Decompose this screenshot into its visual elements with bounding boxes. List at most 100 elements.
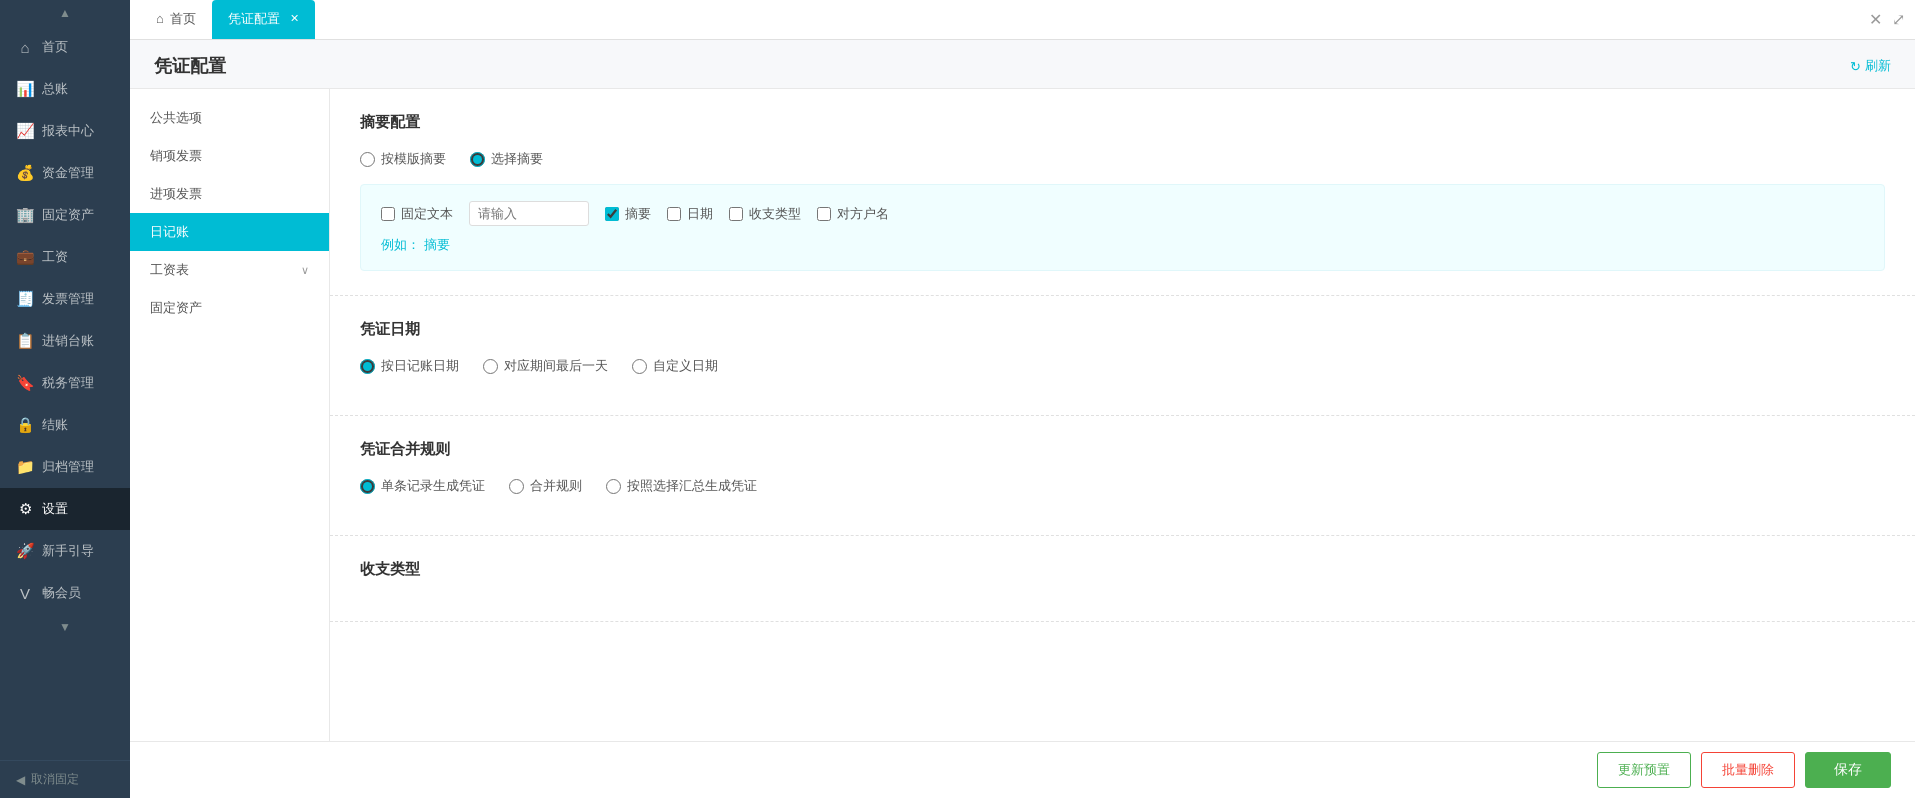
tab-close-icon[interactable]: ✕ <box>290 12 299 25</box>
voucher-date-section: 凭证日期 按日记账日期 对应期间最后一天 自定义日期 <box>330 296 1915 416</box>
merge-rules-group: 单条记录生成凭证 合并规则 按照选择汇总生成凭证 <box>360 477 1885 495</box>
period-last-day-radio[interactable] <box>483 359 498 374</box>
sidebar-item-guide[interactable]: 🚀 新手引导 <box>0 530 130 572</box>
left-nav-payroll[interactable]: 工资表 ∨ <box>130 251 329 289</box>
select-summary-option[interactable]: 选择摘要 <box>470 150 543 168</box>
purchase-sales-icon: 📋 <box>16 332 34 350</box>
summary-generate-option[interactable]: 按照选择汇总生成凭证 <box>606 477 757 495</box>
left-nav: 公共选项 销项发票 进项发票 日记账 工资表 ∨ 固定资产 <box>130 89 330 798</box>
fixed-text-option[interactable]: 固定文本 <box>381 205 453 223</box>
fixed-text-input[interactable] <box>469 201 589 226</box>
page-content: 凭证配置 ↻ 刷新 公共选项 销项发票 进项发票 日记账 <box>130 40 1915 798</box>
batch-delete-button[interactable]: 批量删除 <box>1701 752 1795 788</box>
refresh-icon: ↻ <box>1850 59 1861 74</box>
left-nav-purchase-invoice[interactable]: 进项发票 <box>130 175 329 213</box>
summary-option[interactable]: 摘要 <box>605 205 651 223</box>
summary-title: 摘要配置 <box>360 113 1885 132</box>
assets-icon: 🏢 <box>16 206 34 224</box>
left-nav-fixed-assets[interactable]: 固定资产 <box>130 289 329 327</box>
example-text: 例如： 摘要 <box>381 236 1864 254</box>
income-expense-type-option[interactable]: 收支类型 <box>729 205 801 223</box>
custom-date-option[interactable]: 自定义日期 <box>632 357 718 375</box>
sidebar-item-invoice-mgmt[interactable]: 🧾 发票管理 <box>0 278 130 320</box>
main-area: ⌂ 首页 凭证配置 ✕ ✕ ⤢ 凭证配置 ↻ 刷新 公共选项 <box>130 0 1915 798</box>
summary-section: 摘要配置 按模版摘要 选择摘要 <box>330 89 1915 296</box>
sidebar-scroll-up[interactable]: ▲ <box>0 0 130 26</box>
custom-date-radio[interactable] <box>632 359 647 374</box>
salary-icon: 💼 <box>16 248 34 266</box>
page-title: 凭证配置 <box>154 54 226 78</box>
date-checkbox[interactable] <box>667 207 681 221</box>
summary-generate-radio[interactable] <box>606 479 621 494</box>
date-option[interactable]: 日期 <box>667 205 713 223</box>
vip-icon: V <box>16 585 34 602</box>
summary-checkbox[interactable] <box>605 207 619 221</box>
voucher-date-group: 按日记账日期 对应期间最后一天 自定义日期 <box>360 357 1885 375</box>
summary-options-row: 固定文本 摘要 日期 <box>381 201 1864 226</box>
merge-rules-section: 凭证合并规则 单条记录生成凭证 合并规则 按照选择汇总生成凭证 <box>330 416 1915 536</box>
reports-icon: 📈 <box>16 122 34 140</box>
merge-rule-radio[interactable] <box>509 479 524 494</box>
settings-icon: ⚙ <box>16 500 34 518</box>
select-summary-radio[interactable] <box>470 152 485 167</box>
fixed-text-checkbox[interactable] <box>381 207 395 221</box>
ledger-icon: 📊 <box>16 80 34 98</box>
sidebar-item-archive[interactable]: 📁 归档管理 <box>0 446 130 488</box>
counterpart-name-option[interactable]: 对方户名 <box>817 205 889 223</box>
journal-date-radio[interactable] <box>360 359 375 374</box>
right-content: 摘要配置 按模版摘要 选择摘要 <box>330 89 1915 798</box>
sidebar-item-vip[interactable]: V 畅会员 <box>0 572 130 614</box>
archive-icon: 📁 <box>16 458 34 476</box>
tab-voucher-config[interactable]: 凭证配置 ✕ <box>212 0 315 39</box>
sidebar-item-purchase-sales[interactable]: 📋 进销台账 <box>0 320 130 362</box>
page-header: 凭证配置 ↻ 刷新 <box>130 40 1915 89</box>
sidebar-item-settings[interactable]: ⚙ 设置 <box>0 488 130 530</box>
left-nav-journal[interactable]: 日记账 <box>130 213 329 251</box>
sidebar-item-tax[interactable]: 🔖 税务管理 <box>0 362 130 404</box>
single-record-radio[interactable] <box>360 479 375 494</box>
income-expense-type-checkbox[interactable] <box>729 207 743 221</box>
guide-icon: 🚀 <box>16 542 34 560</box>
content-body: 公共选项 销项发票 进项发票 日记账 工资表 ∨ 固定资产 <box>130 89 1915 798</box>
period-last-day-option[interactable]: 对应期间最后一天 <box>483 357 608 375</box>
update-preview-button[interactable]: 更新预置 <box>1597 752 1691 788</box>
journal-date-option[interactable]: 按日记账日期 <box>360 357 459 375</box>
window-close-icon[interactable]: ✕ <box>1869 10 1882 29</box>
template-summary-radio[interactable] <box>360 152 375 167</box>
chevron-down-icon: ∨ <box>301 264 309 277</box>
bottom-bar: 更新预置 批量删除 保存 <box>130 741 1915 798</box>
home-tab-icon: ⌂ <box>156 11 164 26</box>
save-button[interactable]: 保存 <box>1805 752 1891 788</box>
sidebar-item-ledger[interactable]: 📊 总账 <box>0 68 130 110</box>
single-record-option[interactable]: 单条记录生成凭证 <box>360 477 485 495</box>
funds-icon: 💰 <box>16 164 34 182</box>
income-expense-section: 收支类型 <box>330 536 1915 622</box>
merge-rule-option[interactable]: 合并规则 <box>509 477 582 495</box>
income-expense-title: 收支类型 <box>360 560 1885 579</box>
summary-options-box: 固定文本 摘要 日期 <box>360 184 1885 271</box>
window-maximize-icon[interactable]: ⤢ <box>1892 10 1905 29</box>
left-nav-sales-invoice[interactable]: 销项发票 <box>130 137 329 175</box>
sidebar-item-salary[interactable]: 💼 工资 <box>0 236 130 278</box>
sidebar-scroll-down[interactable]: ▼ <box>0 614 130 640</box>
cancel-pin-button[interactable]: ◀ 取消固定 <box>0 760 130 798</box>
sidebar-item-assets[interactable]: 🏢 固定资产 <box>0 194 130 236</box>
merge-rules-title: 凭证合并规则 <box>360 440 1885 459</box>
template-summary-option[interactable]: 按模版摘要 <box>360 150 446 168</box>
tab-home[interactable]: ⌂ 首页 <box>140 0 212 39</box>
sidebar-item-home[interactable]: ⌂ 首页 <box>0 26 130 68</box>
invoice-mgmt-icon: 🧾 <box>16 290 34 308</box>
summary-mode-group: 按模版摘要 选择摘要 <box>360 150 1885 168</box>
left-nav-public[interactable]: 公共选项 <box>130 99 329 137</box>
sidebar-item-funds[interactable]: 💰 资金管理 <box>0 152 130 194</box>
pin-icon: ◀ <box>16 773 25 787</box>
home-icon: ⌂ <box>16 39 34 56</box>
sidebar-item-closing[interactable]: 🔒 结账 <box>0 404 130 446</box>
tab-bar: ⌂ 首页 凭证配置 ✕ ✕ ⤢ <box>130 0 1915 40</box>
window-controls: ✕ ⤢ <box>1869 10 1905 29</box>
sidebar-item-reports[interactable]: 📈 报表中心 <box>0 110 130 152</box>
closing-icon: 🔒 <box>16 416 34 434</box>
counterpart-name-checkbox[interactable] <box>817 207 831 221</box>
refresh-button[interactable]: ↻ 刷新 <box>1850 57 1891 75</box>
tax-icon: 🔖 <box>16 374 34 392</box>
